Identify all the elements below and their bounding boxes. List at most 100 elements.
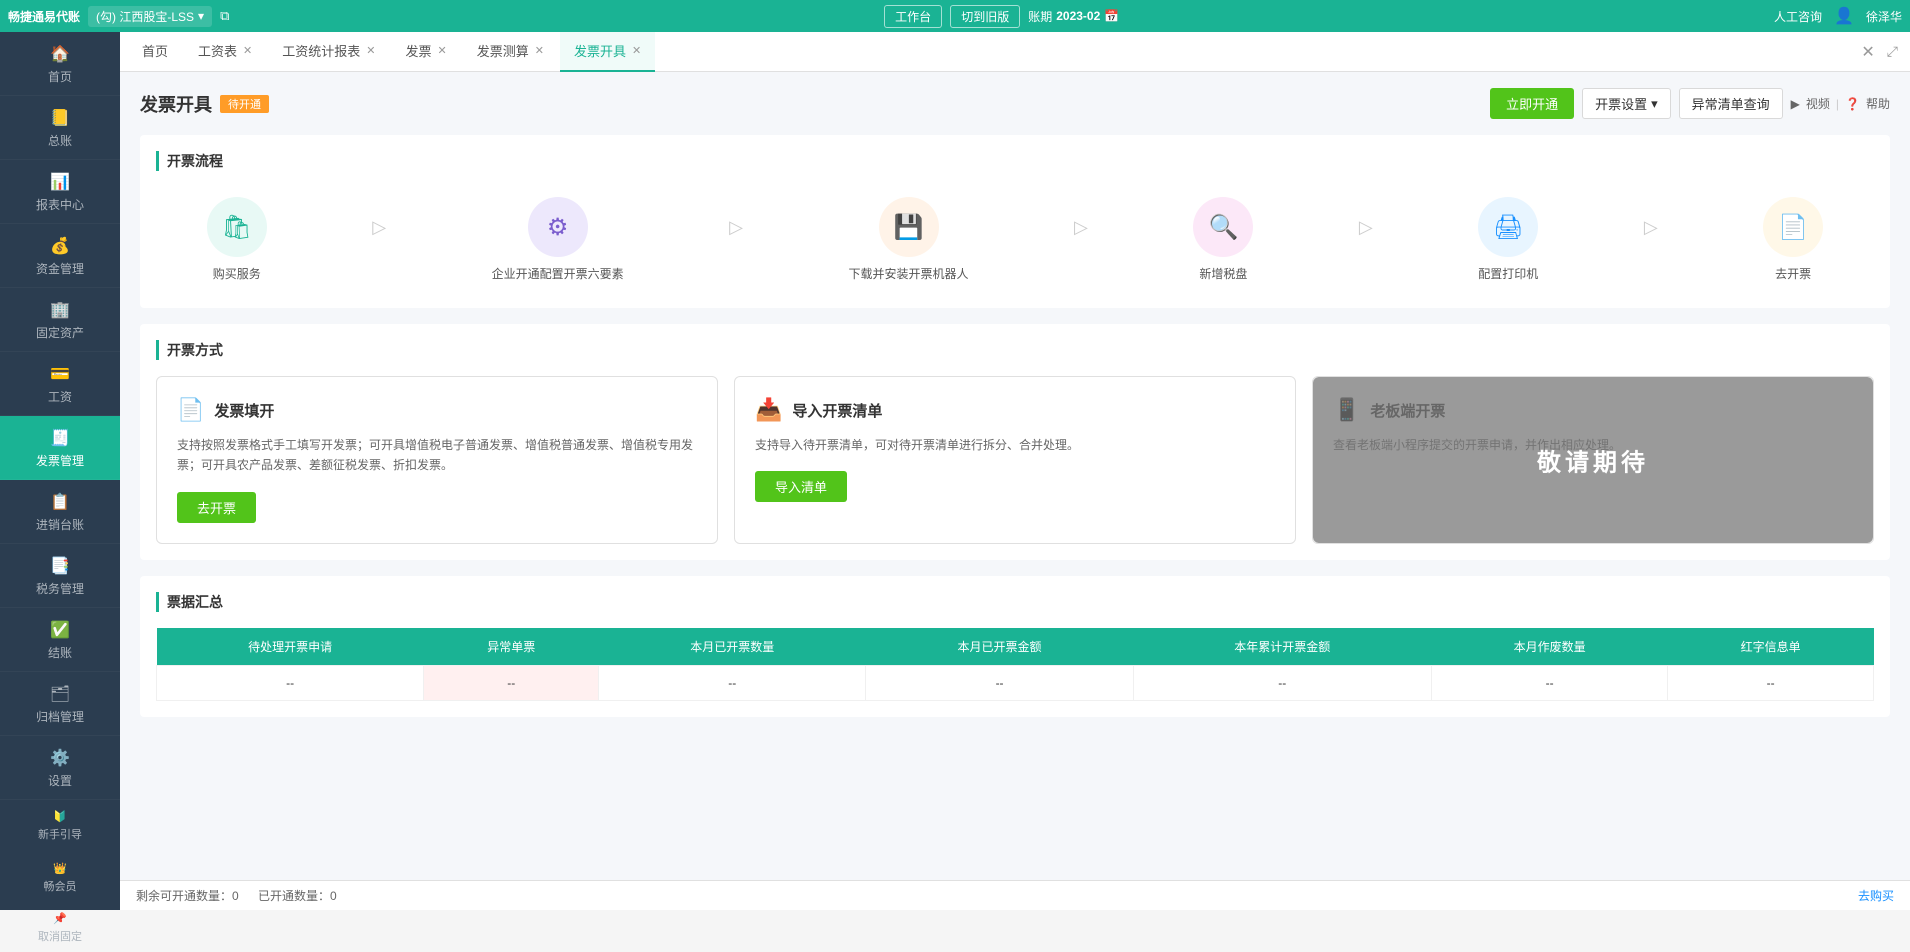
sidebar-item-new-guide[interactable]: 🔰 新手引导 [0, 800, 120, 852]
sidebar-item-首页[interactable]: 🏠 首页 [0, 32, 120, 96]
sidebar-icon-发票管理: 🧾 [50, 428, 70, 448]
method-icon-1: 📥 [755, 397, 782, 423]
sidebar-item-归档管理[interactable]: 🗂归档管理 [0, 672, 120, 736]
immediate-open-button[interactable]: 立即开通 [1490, 88, 1574, 119]
sidebar-item-资金管理[interactable]: 💰资金管理 [0, 224, 120, 288]
method-title-2: 老板端开票 [1370, 400, 1445, 421]
workspace-button[interactable]: 工作台 [884, 5, 942, 28]
summary-cell-2: -- [599, 665, 866, 700]
help-label[interactable]: 帮助 [1866, 95, 1890, 112]
calendar-icon[interactable]: 📅 [1104, 9, 1119, 23]
method-card-1: 📥 导入开票清单 支持导入待开票清单，可对待开票清单进行拆分、合并处理。 导入清… [734, 376, 1296, 544]
sidebar-icon-首页: 🏠 [50, 44, 70, 64]
restore-icon[interactable]: ⤢ [1883, 43, 1902, 60]
sidebar-item-进销台账[interactable]: 📋进销台账 [0, 480, 120, 544]
method-desc-1: 支持导入待开票清单，可对待开票清单进行拆分、合并处理。 [755, 435, 1275, 455]
summary-cell-1: -- [424, 665, 599, 700]
sidebar-label: 工资 [48, 388, 72, 405]
method-btn-0[interactable]: 去开票 [177, 492, 256, 523]
sidebar-label: 税务管理 [36, 580, 84, 597]
status-badge: 待开通 [220, 95, 269, 113]
step-label-4: 配置打印机 [1478, 265, 1538, 282]
sidebar-icon-报表中心: 📊 [50, 172, 70, 192]
tab-发票[interactable]: 发票 ✕ [391, 32, 460, 72]
avatar-icon: 👤 [1834, 6, 1854, 26]
sidebar-item-总账[interactable]: 📒总账 [0, 96, 120, 160]
username[interactable]: 徐泽华 [1866, 8, 1902, 25]
method-btn-1[interactable]: 导入清单 [755, 471, 847, 502]
summary-col-1: 异常单票 [424, 628, 599, 666]
tab-bar: 首页工资表✕工资统计报表✕发票✕发票测算✕发票开具✕ ✕ ⤢ [120, 32, 1910, 72]
main-content-area: 首页工资表✕工资统计报表✕发票✕发票测算✕发票开具✕ ✕ ⤢ 发票开具 待开通 … [120, 32, 1910, 910]
settings-label: 开票设置 [1595, 94, 1647, 113]
sidebar-label: 归档管理 [36, 708, 84, 725]
member-label: 畅会员 [44, 878, 77, 894]
tab-bar-actions: ✕ ⤢ [1857, 42, 1902, 62]
sidebar-item-设置[interactable]: ⚙️设置 [0, 736, 120, 800]
sidebar-icon-结账: ✅ [50, 620, 70, 640]
view-label[interactable]: 视频 [1806, 95, 1830, 112]
tab-close-icon[interactable]: ✕ [366, 44, 375, 57]
sidebar-label: 资金管理 [36, 260, 84, 277]
tab-close-icon[interactable]: ✕ [632, 44, 641, 57]
sidebar-item-发票管理[interactable]: 🧾 发票管理 [0, 416, 120, 480]
bottom-bar: 剩余可开通数量：0 已开通数量：0 去购买 [120, 880, 1910, 910]
steps-flow: 🛍 购买服务 ▷ ⚙ 企业开通配置开票六要素 ▷ 💾 下载并安装开票机器人 ▷ … [156, 187, 1874, 292]
guide-icon: 🔰 [53, 810, 67, 823]
sidebar-pin-button[interactable]: 📌 取消固定 [0, 904, 120, 952]
tab-close-icon[interactable]: ✕ [243, 44, 252, 57]
sidebar-label: 发票管理 [36, 452, 84, 469]
customer-service-link[interactable]: 人工咨询 [1774, 8, 1822, 25]
step-5: 📄 去开票 [1763, 197, 1823, 282]
copy-icon[interactable]: ⧉ [220, 8, 229, 24]
summary-cell-5: -- [1431, 665, 1667, 700]
remaining-label: 剩余可开通数量：0 [136, 889, 239, 903]
buy-link[interactable]: 去购买 [1858, 887, 1894, 904]
method-desc-0: 支持按照发票格式手工填写开发票；可开具增值税电子普通发票、增值税普通发票、增值税… [177, 435, 697, 476]
sidebar-label: 首页 [48, 68, 72, 85]
step-arrow-0: ▷ [368, 217, 390, 238]
tab-发票测算[interactable]: 发票测算 ✕ [463, 32, 558, 72]
member-icon: 👑 [53, 862, 67, 875]
settings-button[interactable]: 开票设置 ▾ [1582, 88, 1671, 119]
sidebar-item-工资[interactable]: 💳工资 [0, 352, 120, 416]
tab-工资统计报表[interactable]: 工资统计报表✕ [268, 32, 389, 72]
step-icon-0: 🛍 [207, 197, 267, 257]
tabs-container: 首页工资表✕工资统计报表✕发票✕发票测算✕发票开具✕ [128, 32, 655, 72]
tab-工资表[interactable]: 工资表 ✕ [184, 32, 266, 72]
method-card-0: 📄 发票填开 支持按照发票格式手工填写开发票；可开具增值税电子普通发票、增值税普… [156, 376, 718, 544]
sidebar-icon-进销台账: 📋 [50, 492, 70, 512]
tab-close-icon[interactable]: ✕ [438, 44, 447, 57]
sidebar-item-报表中心[interactable]: 📊报表中心 [0, 160, 120, 224]
sidebar-icon-税务管理: 📑 [50, 556, 70, 576]
method-header-1: 📥 导入开票清单 [755, 397, 1275, 423]
step-1: ⚙ 企业开通配置开票六要素 [492, 197, 624, 282]
tab-首页[interactable]: 首页 [128, 32, 182, 72]
bottom-info: 剩余可开通数量：0 已开通数量：0 [136, 887, 337, 904]
old-version-button[interactable]: 切到旧版 [950, 5, 1020, 28]
sidebar-item-结账[interactable]: ✅结账 [0, 608, 120, 672]
step-arrow-2: ▷ [1070, 217, 1092, 238]
guide-label: 新手引导 [38, 826, 82, 842]
tab-close-icon[interactable]: ✕ [535, 44, 544, 57]
method-icon-2: 📱 [1333, 397, 1360, 423]
methods-section-title: 开票方式 [156, 340, 1874, 360]
step-2: 💾 下载并安装开票机器人 [849, 197, 969, 282]
sidebar-item-member[interactable]: 👑 畅会员 [0, 852, 120, 904]
company-selector[interactable]: (勾) 江西股宝-LSS ▾ [88, 6, 212, 27]
tab-发票开具[interactable]: 发票开具✕ [560, 32, 655, 72]
tab-label: 发票测算 [477, 41, 529, 60]
sidebar-icon-设置: ⚙️ [50, 748, 70, 768]
sidebar-item-税务管理[interactable]: 📑 税务管理 [0, 544, 120, 608]
summary-table: 待处理开票申请异常单票本月已开票数量本月已开票金额本年累计开票金额本月作废数量红… [156, 628, 1874, 701]
tab-label: 工资表 [198, 41, 237, 60]
close-all-icon[interactable]: ✕ [1857, 42, 1878, 62]
header-actions: 立即开通 开票设置 ▾ 异常清单查询 ▶ 视频 | ❓ 帮助 [1490, 88, 1890, 119]
method-header-2: 📱 老板端开票 [1333, 397, 1853, 423]
chevron-down-icon: ▾ [198, 9, 204, 23]
abnormal-query-button[interactable]: 异常清单查询 [1679, 88, 1783, 119]
separator: | [1836, 97, 1839, 111]
sidebar-item-固定资产[interactable]: 🏢固定资产 [0, 288, 120, 352]
tab-label: 发票 [405, 41, 431, 60]
step-arrow-3: ▷ [1355, 217, 1377, 238]
